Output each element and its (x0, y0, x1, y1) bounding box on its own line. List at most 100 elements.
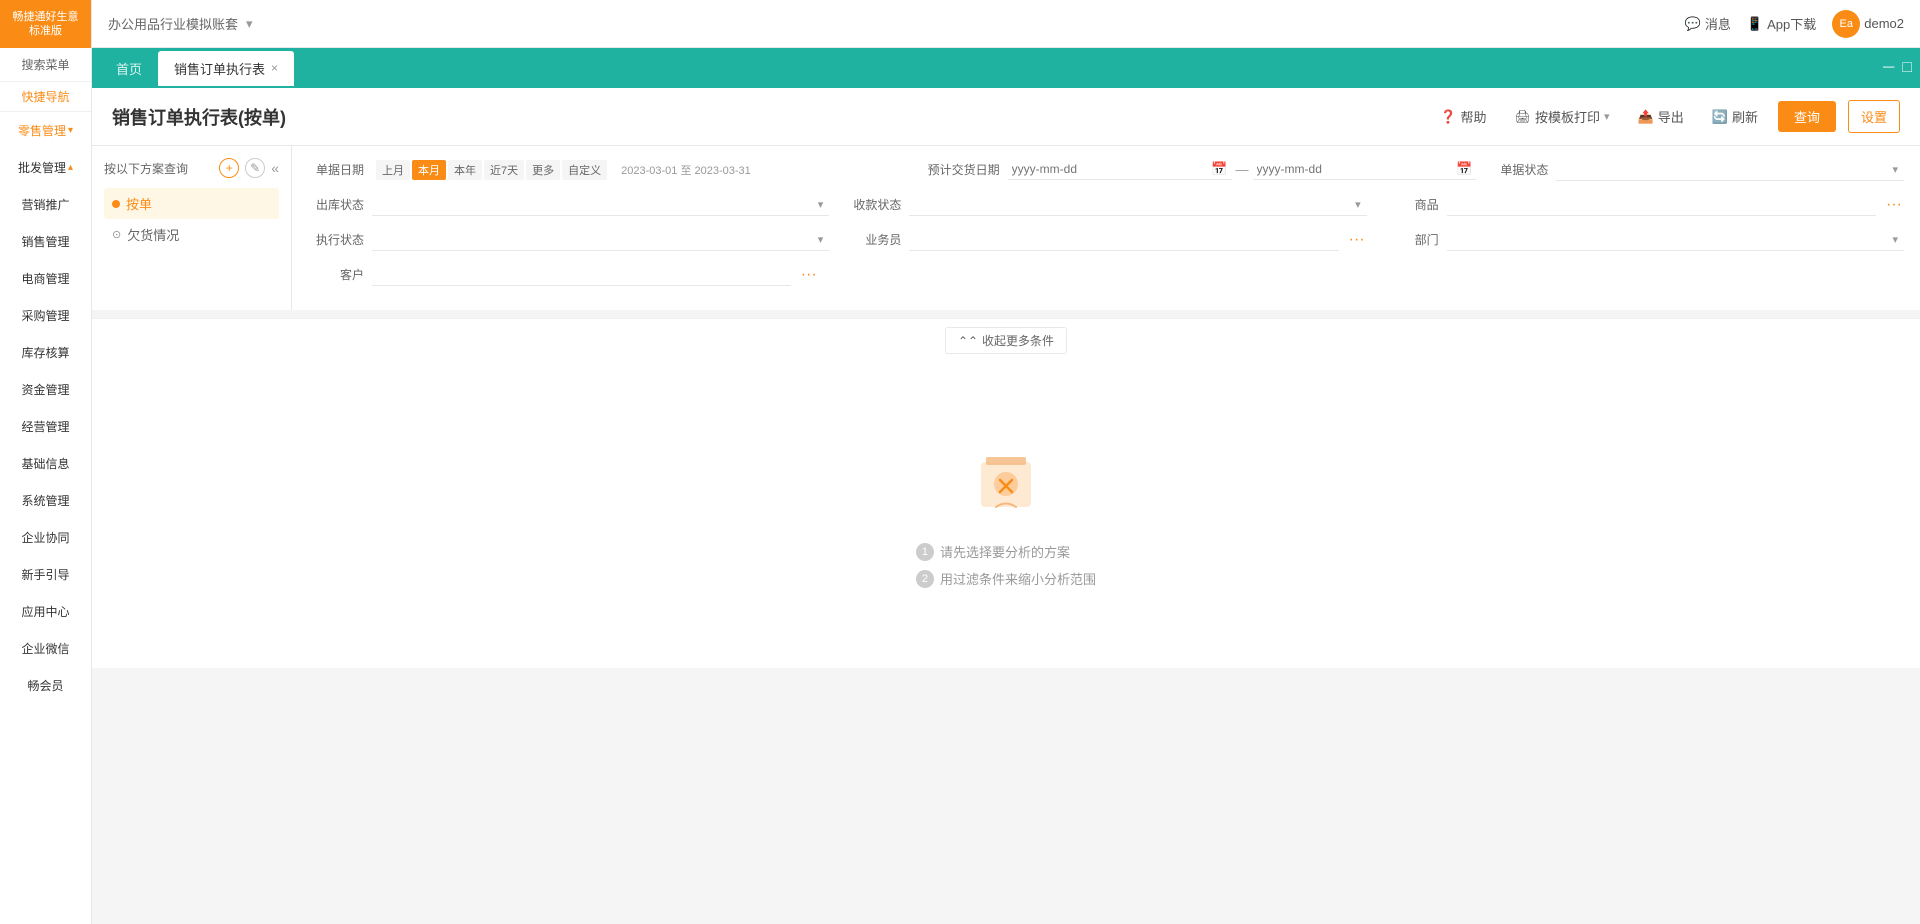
member-label: 畅会员 (27, 677, 63, 694)
page-title: 销售订单执行表(按单) (112, 104, 286, 130)
product-more-btn[interactable]: ··· (1884, 197, 1904, 213)
salesperson-field: 业务员 ··· (845, 228, 1366, 251)
sidebar-item-inventory[interactable]: 库存核算 (0, 334, 91, 371)
date-tab-more[interactable]: 更多 (526, 160, 560, 180)
page-actions: ❓ 帮助 🖨 按模板打印 ▾ 📤 导出 🔄 刷新 查询 (1432, 100, 1900, 133)
sidebar-item-basic[interactable]: 基础信息 (0, 445, 91, 482)
customer-input[interactable] (372, 263, 791, 286)
main-area: 办公用品行业模拟账套 ▾ 💬 消息 📱 App下载 Ea demo2 首页 (92, 0, 1920, 924)
order-date-field: 单据日期 上月 本月 本年 近7天 更多 自定义 2023-03-01 至 20… (308, 160, 912, 180)
sidebar-item-newbie[interactable]: 新手引导 (0, 556, 91, 593)
execution-status-select-wrapper[interactable] (372, 228, 829, 251)
collapse-more-btn[interactable]: ⌃⌃ 收起更多条件 (945, 327, 1067, 354)
date-tab-custom[interactable]: 自定义 (562, 160, 607, 180)
message-label: 消息 (1705, 14, 1731, 33)
sidebar-item-purchase[interactable]: 采购管理 (0, 297, 91, 334)
tab-sales-order[interactable]: 销售订单执行表 × (158, 51, 294, 86)
product-field: 商品 ··· (1383, 193, 1904, 216)
shipment-status-label: 出库状态 (308, 196, 364, 213)
apps-label: 应用中心 (21, 603, 69, 620)
expected-date-start[interactable] (1012, 162, 1212, 176)
sidebar-item-marketing[interactable]: 营销推广 (0, 186, 91, 223)
settings-btn[interactable]: 设置 (1848, 100, 1900, 133)
empty-tip-1: 1 请先选择要分析的方案 (916, 542, 1096, 561)
topbar-app-download-btn[interactable]: 📱 App下载 (1747, 14, 1816, 33)
tab-close-icon[interactable]: × (271, 62, 278, 74)
sidebar-item-apps[interactable]: 应用中心 (0, 593, 91, 630)
calendar-start-icon[interactable]: 📅 (1211, 161, 1227, 177)
tab-home[interactable]: 首页 (100, 51, 158, 86)
sidebar-item-finance[interactable]: 资金管理 (0, 371, 91, 408)
execution-status-select[interactable] (372, 228, 829, 250)
date-tab-this-year[interactable]: 本年 (448, 160, 482, 180)
scheme-label: 按以下方案查询 (104, 160, 188, 177)
receipt-status-select-wrapper[interactable] (909, 193, 1366, 216)
order-date-label: 单据日期 (308, 161, 364, 178)
print-label: 按模板打印 (1535, 107, 1600, 126)
receipt-status-field: 收款状态 (845, 193, 1366, 216)
sidebar-item-ecommerce[interactable]: 电商管理 (0, 260, 91, 297)
salesperson-label: 业务员 (845, 231, 901, 248)
sidebar-item-system[interactable]: 系统管理 (0, 482, 91, 519)
collapse-left-btn[interactable]: « (271, 160, 279, 176)
system-label: 系统管理 (21, 492, 69, 509)
settings-label: 设置 (1861, 107, 1887, 126)
edit-scheme-btn[interactable]: ✎ (245, 158, 265, 178)
finance-label: 资金管理 (21, 381, 69, 398)
shipment-status-select-wrapper[interactable] (372, 193, 829, 216)
export-icon: 📤 (1638, 109, 1654, 125)
sidebar-item-member[interactable]: 畅会员 (0, 667, 91, 704)
order-status-select[interactable] (1556, 158, 1904, 180)
ops-label: 经营管理 (21, 418, 69, 435)
shipment-status-field: 出库状态 (308, 193, 829, 216)
add-scheme-btn[interactable]: + (219, 158, 239, 178)
date-tab-7days[interactable]: 近7天 (484, 160, 524, 180)
print-btn[interactable]: 🖨 按模板打印 ▾ (1507, 103, 1618, 130)
topbar-message-btn[interactable]: 💬 消息 (1685, 14, 1731, 33)
print-icon: 🖨 (1515, 109, 1532, 125)
sidebar-item-sales[interactable]: 销售管理 (0, 223, 91, 260)
refresh-icon: 🔄 (1712, 109, 1728, 125)
help-btn[interactable]: ❓ 帮助 (1432, 103, 1494, 130)
scheme-default-label: 按单 (126, 194, 152, 213)
scheme-item-owed[interactable]: ⊙ 欠货情况 (104, 219, 279, 250)
expected-date-end-wrap: 📅 (1253, 159, 1477, 180)
date-range-text: 2023-03-01 至 2023-03-31 (621, 162, 751, 178)
scheme-item-default[interactable]: 按单 (104, 188, 279, 219)
filter-row-2: 出库状态 收款状态 (308, 193, 1904, 216)
salesperson-input[interactable] (909, 228, 1338, 251)
tip-text-2: 用过滤条件来缩小分析范围 (940, 569, 1096, 588)
maximize-btn[interactable]: □ (1902, 59, 1912, 77)
breadcrumb-dropdown-icon[interactable]: ▾ (246, 16, 253, 32)
shipment-status-select[interactable] (372, 193, 829, 215)
date-tab-this-month[interactable]: 本月 (412, 160, 446, 180)
customer-more-btn[interactable]: ··· (799, 267, 819, 283)
date-tab-last-month[interactable]: 上月 (376, 160, 410, 180)
salesperson-more-btn[interactable]: ··· (1347, 232, 1367, 248)
sidebar-item-corp[interactable]: 企业协同 (0, 519, 91, 556)
query-label: 查询 (1794, 107, 1820, 126)
sidebar-item-wechat[interactable]: 企业微信 (0, 630, 91, 667)
department-select[interactable] (1447, 228, 1904, 250)
query-btn[interactable]: 查询 (1778, 101, 1836, 132)
sidebar-quick-nav[interactable]: 快捷导航 (0, 82, 91, 112)
empty-state: 1 请先选择要分析的方案 2 用过滤条件来缩小分析范围 (92, 362, 1920, 668)
execution-status-label: 执行状态 (308, 231, 364, 248)
sidebar-item-retail[interactable]: 零售管理 ▾ (0, 112, 91, 149)
export-btn[interactable]: 📤 导出 (1630, 103, 1692, 130)
tip-num-1: 1 (916, 543, 934, 561)
minimize-btn[interactable]: ─ (1883, 59, 1894, 77)
calendar-end-icon[interactable]: 📅 (1456, 161, 1472, 177)
order-status-select-wrapper[interactable] (1556, 158, 1904, 181)
receipt-status-select[interactable] (909, 193, 1366, 215)
sidebar-search-menu[interactable]: 搜索菜单 (0, 48, 91, 82)
product-input[interactable] (1447, 193, 1876, 216)
sidebar-item-ops[interactable]: 经营管理 (0, 408, 91, 445)
department-select-wrapper[interactable] (1447, 228, 1904, 251)
expected-date-end[interactable] (1257, 162, 1457, 176)
sidebar-item-wholesale[interactable]: 批发管理 ▴ (0, 149, 91, 186)
refresh-btn[interactable]: 🔄 刷新 (1704, 103, 1766, 130)
page-header: 销售订单执行表(按单) ❓ 帮助 🖨 按模板打印 ▾ 📤 导出 🔄 刷新 (92, 88, 1920, 146)
wholesale-label: 批发管理 (18, 159, 66, 176)
topbar-user-btn[interactable]: Ea demo2 (1832, 10, 1904, 38)
